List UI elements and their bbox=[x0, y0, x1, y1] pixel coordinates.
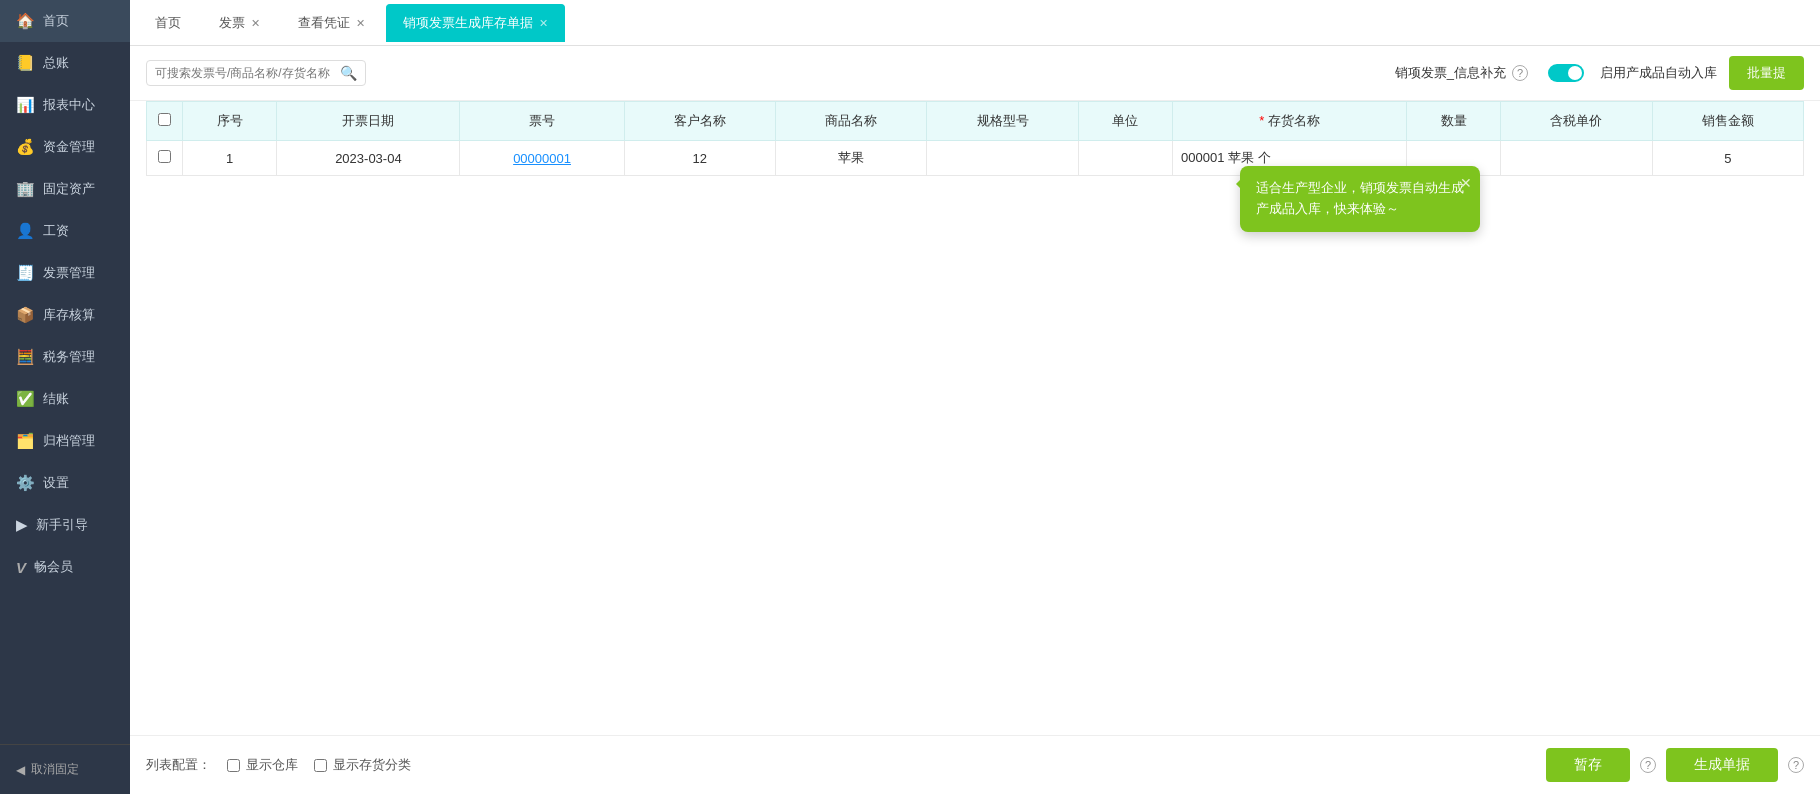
member-icon: V bbox=[16, 559, 26, 576]
show-category-group: 显示存货分类 bbox=[314, 756, 411, 774]
tab-voucher[interactable]: 查看凭证 ✕ bbox=[281, 4, 382, 42]
sidebar-bottom: ◀ 取消固定 bbox=[0, 744, 130, 794]
sidebar-item-inventory[interactable]: 📦 库存核算 bbox=[0, 294, 130, 336]
row-amount: 5 bbox=[1652, 141, 1803, 176]
toggle-label: 启用产成品自动入库 bbox=[1600, 64, 1717, 82]
sidebar-item-settings[interactable]: ⚙️ 设置 bbox=[0, 462, 130, 504]
show-category-checkbox[interactable] bbox=[314, 759, 327, 772]
row-unit bbox=[1078, 141, 1172, 176]
footer-actions: 暂存 ? 生成单据 ? bbox=[1546, 748, 1804, 782]
sidebar-item-ledger[interactable]: 📒 总账 bbox=[0, 42, 130, 84]
guide-icon: ▶ bbox=[16, 516, 28, 534]
tooltip-bubble: ✕ 适合生产型企业，销项发票自动生成产成品入库，快来体验～ bbox=[1240, 166, 1480, 232]
sidebar-item-closing[interactable]: ✅ 结账 bbox=[0, 378, 130, 420]
generate-button[interactable]: 生成单据 bbox=[1666, 748, 1778, 782]
sidebar-item-reports[interactable]: 📊 报表中心 bbox=[0, 84, 130, 126]
col-date: 开票日期 bbox=[277, 102, 460, 141]
toolbar: 🔍 销项发票_信息补充 ? 启用产成品自动入库 批量提 bbox=[130, 46, 1820, 101]
home-icon: 🏠 bbox=[16, 12, 35, 30]
sidebar-item-home[interactable]: 🏠 首页 bbox=[0, 0, 130, 42]
unpin-button[interactable]: ◀ 取消固定 bbox=[0, 753, 130, 786]
select-all-checkbox[interactable] bbox=[158, 113, 171, 126]
sidebar-item-tax[interactable]: 🧮 税务管理 bbox=[0, 336, 130, 378]
tab-home[interactable]: 首页 bbox=[138, 4, 198, 42]
auto-warehouse-toggle[interactable] bbox=[1548, 64, 1584, 82]
sidebar-item-assets[interactable]: 🏢 固定资产 bbox=[0, 168, 130, 210]
sidebar: 🏠 首页 📒 总账 📊 报表中心 💰 资金管理 🏢 固定资产 👤 工资 🧾 发票… bbox=[0, 0, 130, 794]
funds-icon: 💰 bbox=[16, 138, 35, 156]
batch-button[interactable]: 批量提 bbox=[1729, 56, 1804, 90]
tax-icon: 🧮 bbox=[16, 348, 35, 366]
pin-icon: ◀ bbox=[16, 763, 25, 777]
col-customer: 客户名称 bbox=[624, 102, 775, 141]
table-wrapper: 序号 开票日期 票号 客户名称 商品名称 规格型号 单位 存货名称 数量 含税单… bbox=[130, 101, 1820, 735]
hr-icon: 👤 bbox=[16, 222, 35, 240]
row-checkbox[interactable] bbox=[158, 150, 171, 163]
row-checkbox-cell bbox=[147, 141, 183, 176]
search-icon: 🔍 bbox=[340, 65, 357, 81]
save-help-icon[interactable]: ? bbox=[1640, 757, 1656, 773]
tab-return-invoice[interactable]: 销项发票生成库存单据 ✕ bbox=[386, 4, 565, 42]
info-label-group: 销项发票_信息补充 ? bbox=[1395, 64, 1528, 82]
col-seq: 序号 bbox=[183, 102, 277, 141]
main-table: 序号 开票日期 票号 客户名称 商品名称 规格型号 单位 存货名称 数量 含税单… bbox=[146, 101, 1804, 176]
info-help-icon[interactable]: ? bbox=[1512, 65, 1528, 81]
show-category-label: 显示存货分类 bbox=[333, 756, 411, 774]
assets-icon: 🏢 bbox=[16, 180, 35, 198]
closing-icon: ✅ bbox=[16, 390, 35, 408]
info-label: 销项发票_信息补充 bbox=[1395, 64, 1506, 82]
row-product: 苹果 bbox=[776, 141, 927, 176]
tab-invoice[interactable]: 发票 ✕ bbox=[202, 4, 277, 42]
table-row: 1 2023-03-04 00000001 12 苹果 000001 苹果 个 … bbox=[147, 141, 1804, 176]
col-product: 商品名称 bbox=[776, 102, 927, 141]
row-price bbox=[1501, 141, 1652, 176]
tab-return-invoice-close[interactable]: ✕ bbox=[539, 17, 548, 30]
col-inventory: 存货名称 bbox=[1173, 102, 1407, 141]
show-warehouse-checkbox[interactable] bbox=[227, 759, 240, 772]
select-all-header bbox=[147, 102, 183, 141]
row-seq: 1 bbox=[183, 141, 277, 176]
search-box[interactable]: 🔍 bbox=[146, 60, 366, 86]
col-number: 票号 bbox=[460, 102, 624, 141]
reports-icon: 📊 bbox=[16, 96, 35, 114]
show-warehouse-label: 显示仓库 bbox=[246, 756, 298, 774]
tab-bar: 首页 发票 ✕ 查看凭证 ✕ 销项发票生成库存单据 ✕ bbox=[130, 0, 1820, 46]
content-area: 🔍 销项发票_信息补充 ? 启用产成品自动入库 批量提 序号 开 bbox=[130, 46, 1820, 794]
footer: 列表配置： 显示仓库 显示存货分类 暂存 ? 生成单据 ? bbox=[130, 735, 1820, 794]
settings-icon: ⚙️ bbox=[16, 474, 35, 492]
tab-invoice-close[interactable]: ✕ bbox=[251, 17, 260, 30]
col-price: 含税单价 bbox=[1501, 102, 1652, 141]
row-spec bbox=[927, 141, 1078, 176]
search-input[interactable] bbox=[155, 66, 334, 80]
inventory-icon: 📦 bbox=[16, 306, 35, 324]
col-unit: 单位 bbox=[1078, 102, 1172, 141]
row-customer: 12 bbox=[624, 141, 775, 176]
main-area: 首页 发票 ✕ 查看凭证 ✕ 销项发票生成库存单据 ✕ 🔍 销项发票_信息补充 … bbox=[130, 0, 1820, 794]
row-number[interactable]: 00000001 bbox=[460, 141, 624, 176]
sidebar-item-funds[interactable]: 💰 资金管理 bbox=[0, 126, 130, 168]
generate-help-icon[interactable]: ? bbox=[1788, 757, 1804, 773]
sidebar-item-archive[interactable]: 🗂️ 归档管理 bbox=[0, 420, 130, 462]
col-spec: 规格型号 bbox=[927, 102, 1078, 141]
sidebar-item-member[interactable]: V 畅会员 bbox=[0, 546, 130, 588]
sidebar-item-hr[interactable]: 👤 工资 bbox=[0, 210, 130, 252]
invoice-icon: 🧾 bbox=[16, 264, 35, 282]
tab-voucher-close[interactable]: ✕ bbox=[356, 17, 365, 30]
sidebar-item-invoice[interactable]: 🧾 发票管理 bbox=[0, 252, 130, 294]
save-button[interactable]: 暂存 bbox=[1546, 748, 1630, 782]
tooltip-text: 适合生产型企业，销项发票自动生成产成品入库，快来体验～ bbox=[1256, 180, 1464, 216]
ledger-icon: 📒 bbox=[16, 54, 35, 72]
show-warehouse-group: 显示仓库 bbox=[227, 756, 298, 774]
tooltip-close-button[interactable]: ✕ bbox=[1460, 172, 1472, 194]
sidebar-item-guide[interactable]: ▶ 新手引导 bbox=[0, 504, 130, 546]
col-amount: 销售金额 bbox=[1652, 102, 1803, 141]
footer-config-label: 列表配置： bbox=[146, 756, 211, 774]
archive-icon: 🗂️ bbox=[16, 432, 35, 450]
row-date: 2023-03-04 bbox=[277, 141, 460, 176]
col-qty: 数量 bbox=[1406, 102, 1500, 141]
